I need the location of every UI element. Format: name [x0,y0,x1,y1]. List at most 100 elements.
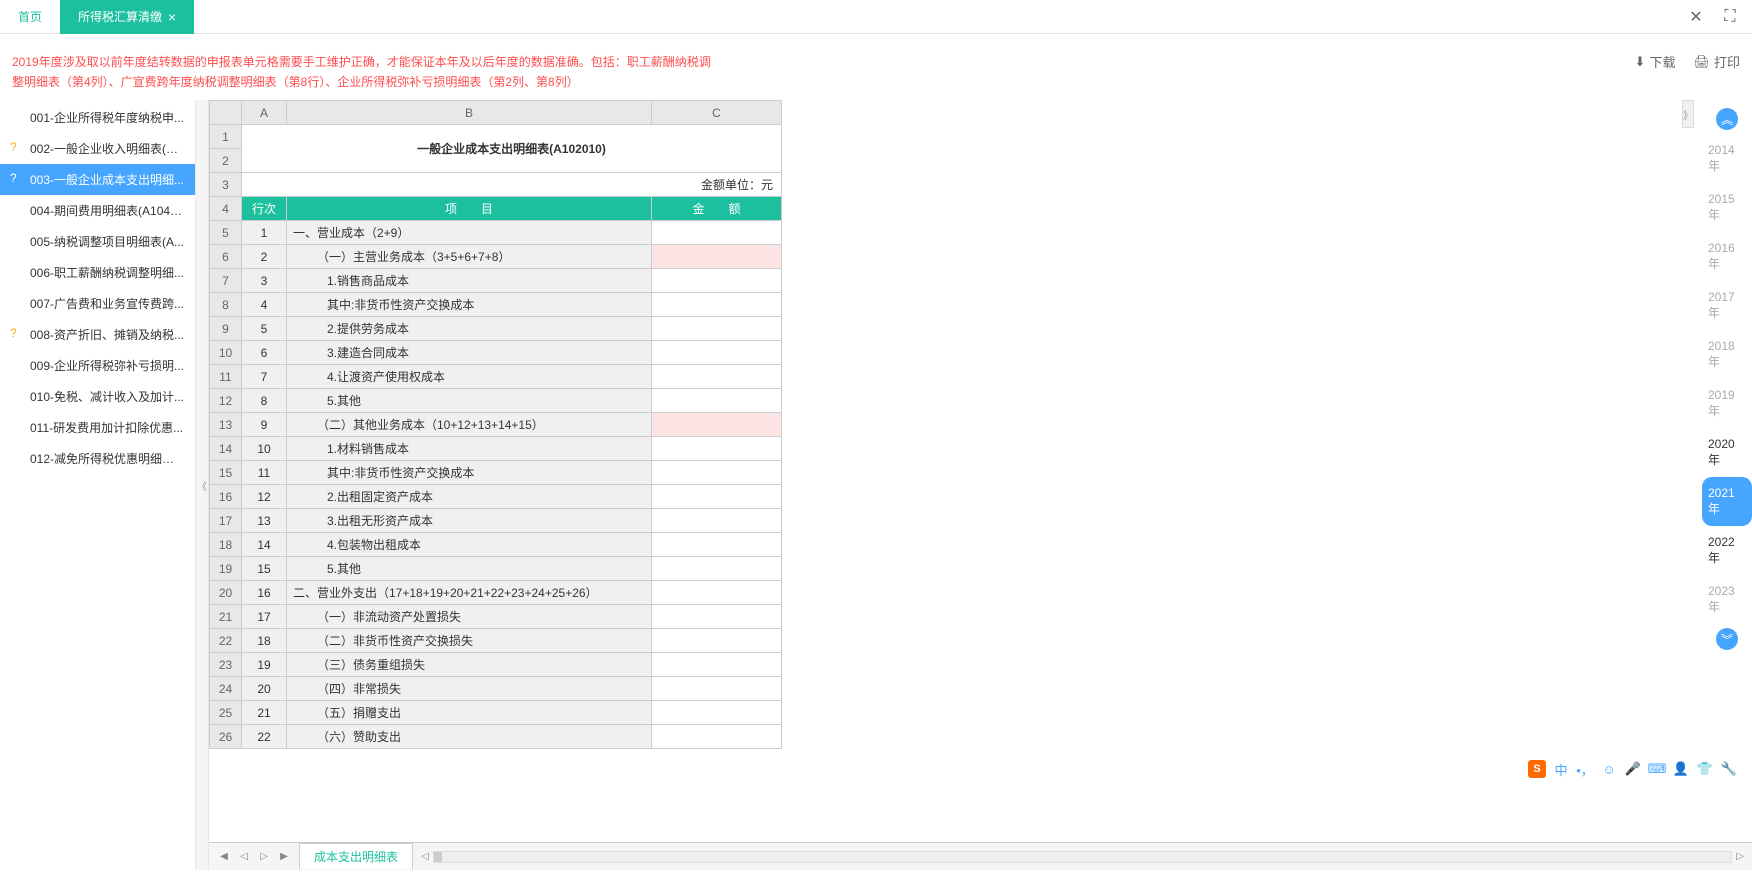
ime-emoji-icon[interactable]: ☺ [1600,760,1618,778]
rownum-cell[interactable]: 10 [242,437,287,461]
sidebar-item[interactable]: 010-免税、减计收入及加计... [0,381,195,412]
year-item[interactable]: 2020年 [1702,428,1752,477]
ime-toolbox-icon[interactable]: 🔧 [1720,760,1738,778]
amount-cell[interactable] [652,389,782,413]
amount-cell[interactable] [652,245,782,269]
sheet-nav-last-icon[interactable]: ▶ [275,848,293,866]
row-header[interactable]: 2 [210,149,242,173]
amount-cell[interactable] [652,629,782,653]
sheet-title[interactable]: 一般企业成本支出明细表(A102010) [242,125,782,173]
item-cell[interactable]: （六）赞助支出 [287,725,652,749]
amount-cell[interactable] [652,653,782,677]
amount-cell[interactable] [652,557,782,581]
row-header[interactable]: 13 [210,413,242,437]
row-header[interactable]: 12 [210,389,242,413]
amount-cell[interactable] [652,365,782,389]
unit-label[interactable]: 金额单位：元 [242,173,782,197]
row-header[interactable]: 15 [210,461,242,485]
year-scroll-down-icon[interactable]: ︾ [1716,628,1738,650]
amount-cell[interactable] [652,677,782,701]
sidebar-item[interactable]: 009-企业所得税弥补亏损明... [0,350,195,381]
amount-cell[interactable] [652,605,782,629]
rownum-cell[interactable]: 8 [242,389,287,413]
rownum-cell[interactable]: 16 [242,581,287,605]
tab-income-tax[interactable]: 所得税汇算清缴 × [60,0,194,34]
close-icon[interactable]: × [168,0,176,34]
sheet-nav-next-icon[interactable]: ▷ [255,848,273,866]
row-header[interactable]: 25 [210,701,242,725]
item-cell[interactable]: （二）非货币性资产交换损失 [287,629,652,653]
item-cell[interactable]: 2.出租固定资产成本 [287,485,652,509]
row-header[interactable]: 16 [210,485,242,509]
row-header[interactable]: 11 [210,365,242,389]
download-button[interactable]: ⬇ 下载 [1635,52,1676,71]
ime-lang-icon[interactable]: 中 [1552,760,1570,778]
rownum-cell[interactable]: 19 [242,653,287,677]
item-cell[interactable]: 4.让渡资产使用权成本 [287,365,652,389]
row-header[interactable]: 3 [210,173,242,197]
sidebar-item[interactable]: 001-企业所得税年度纳税申... [0,102,195,133]
amount-cell[interactable] [652,317,782,341]
rownum-cell[interactable]: 3 [242,269,287,293]
rownum-cell[interactable]: 22 [242,725,287,749]
tab-home[interactable]: 首页 [0,0,60,34]
amount-cell[interactable] [652,221,782,245]
ime-logo-icon[interactable]: S [1528,760,1546,778]
corner-cell[interactable] [210,101,242,125]
rownum-cell[interactable]: 1 [242,221,287,245]
rownum-cell[interactable]: 12 [242,485,287,509]
item-cell[interactable]: （二）其他业务成本（10+12+13+14+15） [287,413,652,437]
rownum-cell[interactable]: 20 [242,677,287,701]
row-header[interactable]: 18 [210,533,242,557]
row-header[interactable]: 20 [210,581,242,605]
row-header[interactable]: 17 [210,509,242,533]
sheet-tab[interactable]: 成本支出明细表 [299,843,413,869]
row-header[interactable]: 26 [210,725,242,749]
row-header[interactable]: 8 [210,293,242,317]
item-cell[interactable]: 5.其他 [287,557,652,581]
amount-cell[interactable] [652,293,782,317]
year-item[interactable]: 2022年 [1702,526,1752,575]
amount-cell[interactable] [652,725,782,749]
sidebar-item[interactable]: 011-研发费用加计扣除优惠... [0,412,195,443]
rownum-cell[interactable]: 13 [242,509,287,533]
item-cell[interactable]: 3.建造合同成本 [287,341,652,365]
col-header-a[interactable]: A [242,101,287,125]
rownum-cell[interactable]: 18 [242,629,287,653]
row-header[interactable]: 7 [210,269,242,293]
rownum-cell[interactable]: 11 [242,461,287,485]
amount-cell[interactable] [652,581,782,605]
rownum-cell[interactable]: 7 [242,365,287,389]
item-cell[interactable]: 二、营业外支出（17+18+19+20+21+22+23+24+25+26） [287,581,652,605]
row-header[interactable]: 23 [210,653,242,677]
sidebar-item[interactable]: ?008-资产折旧、摊销及纳税... [0,319,195,350]
collapse-sidebar-handle[interactable]: 《 [195,100,209,870]
th-item[interactable]: 项 目 [287,197,652,221]
rownum-cell[interactable]: 6 [242,341,287,365]
rownum-cell[interactable]: 14 [242,533,287,557]
sidebar-item[interactable]: 005-纳税调整项目明细表(A... [0,226,195,257]
item-cell[interactable]: （一）主营业务成本（3+5+6+7+8） [287,245,652,269]
sheet-nav-first-icon[interactable]: ◀ [215,848,233,866]
item-cell[interactable]: （三）债务重组损失 [287,653,652,677]
rownum-cell[interactable]: 4 [242,293,287,317]
row-header[interactable]: 4 [210,197,242,221]
th-amount[interactable]: 金 额 [652,197,782,221]
row-header[interactable]: 9 [210,317,242,341]
sidebar-item[interactable]: 004-期间费用明细表(A1040... [0,195,195,226]
amount-cell[interactable] [652,413,782,437]
row-header[interactable]: 21 [210,605,242,629]
close-window-icon[interactable]: ✕ [1686,7,1706,27]
fullscreen-icon[interactable]: ⛶ [1720,7,1740,27]
item-cell[interactable]: （四）非常损失 [287,677,652,701]
rownum-cell[interactable]: 2 [242,245,287,269]
sheet-nav-prev-icon[interactable]: ◁ [235,848,253,866]
sidebar-item[interactable]: 007-广告费和业务宣传费跨... [0,288,195,319]
year-scroll-up-icon[interactable]: ︽ [1716,108,1738,130]
item-cell[interactable]: 5.其他 [287,389,652,413]
sidebar-item[interactable]: ?003-一般企业成本支出明细... [0,164,195,195]
rownum-cell[interactable]: 5 [242,317,287,341]
amount-cell[interactable] [652,437,782,461]
row-header[interactable]: 22 [210,629,242,653]
rownum-cell[interactable]: 17 [242,605,287,629]
